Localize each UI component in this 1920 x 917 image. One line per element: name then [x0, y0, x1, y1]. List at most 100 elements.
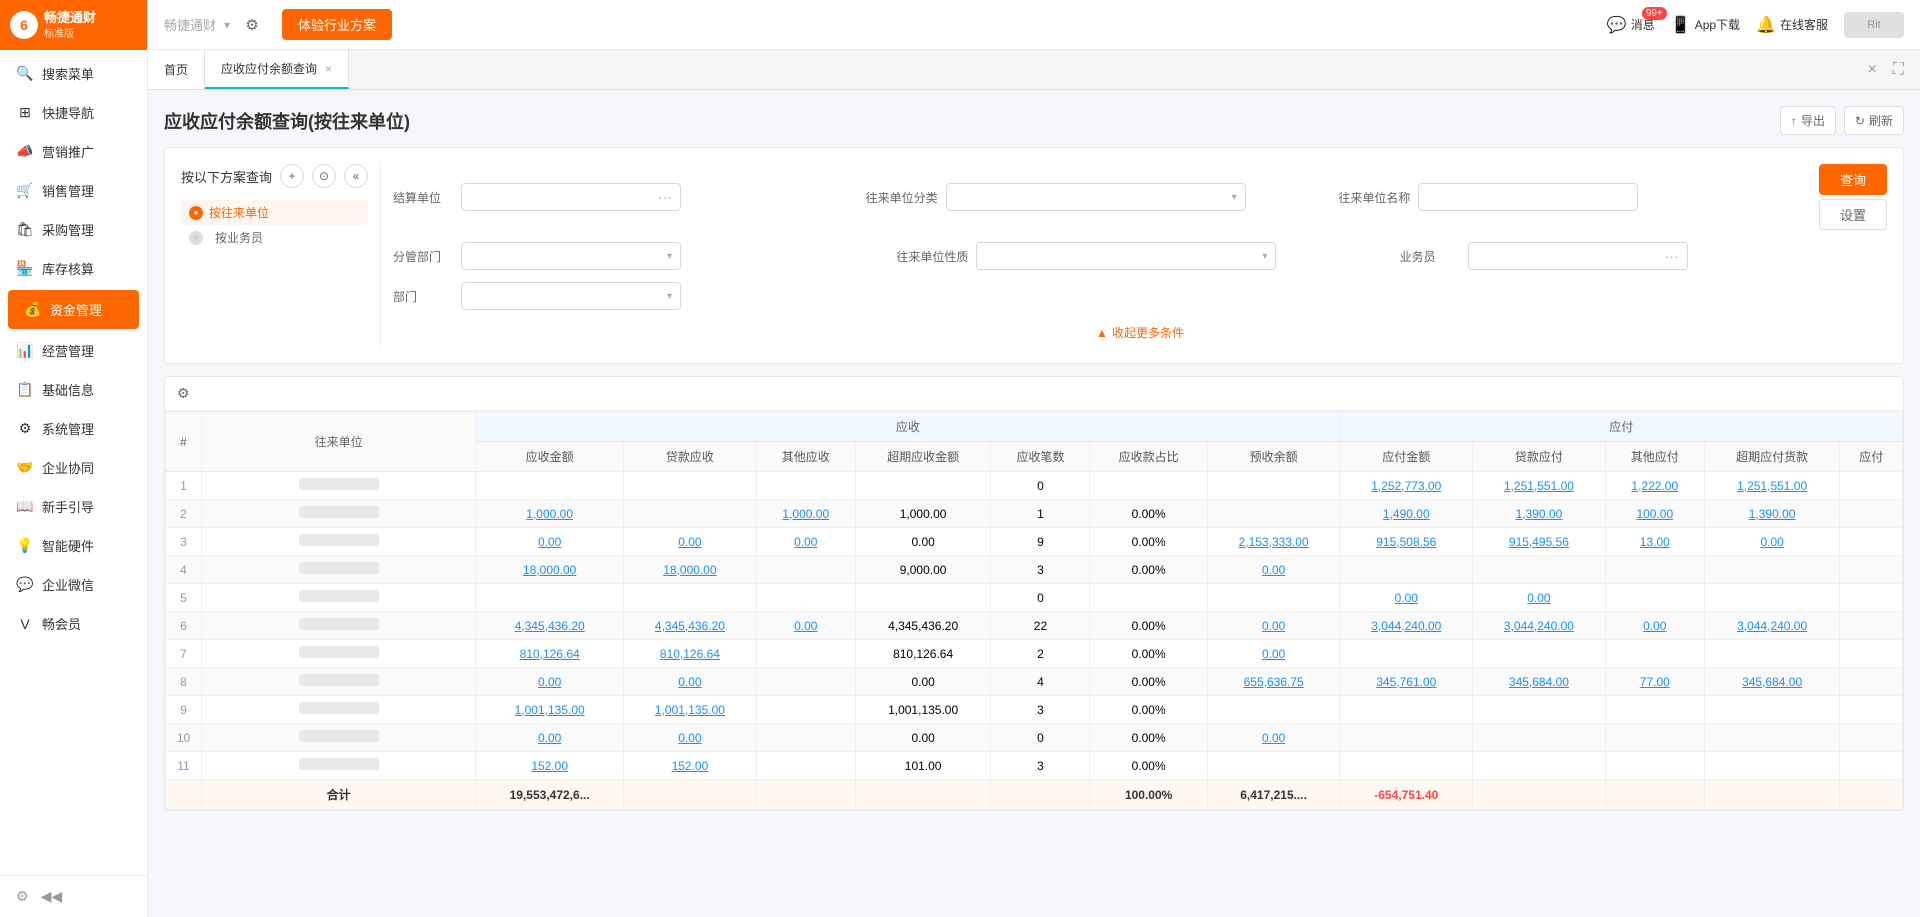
dept-select[interactable]: ▾: [461, 282, 681, 310]
cell-r8-c3[interactable]: 1,001,135.00: [624, 696, 757, 724]
cell-r7-c2[interactable]: 0.00: [476, 668, 624, 696]
cell-r5-c11[interactable]: 0.00: [1605, 612, 1704, 640]
sidebar-icon-11: 📖: [16, 498, 34, 516]
tab-close-icon[interactable]: ×: [325, 62, 332, 76]
cell-r9-c8[interactable]: 0.00: [1207, 724, 1340, 752]
sidebar-item-企业微信[interactable]: 💬 企业微信: [0, 565, 147, 604]
cell-r7-c12[interactable]: 345,684.00: [1704, 668, 1840, 696]
sidebar-item-销售管理[interactable]: 🛒 销售管理: [0, 171, 147, 210]
cell-r7-c3[interactable]: 0.00: [624, 668, 757, 696]
topbar-cta-button[interactable]: 体验行业方案: [282, 9, 392, 40]
sidebar-item-智能硬件[interactable]: 💡 智能硬件: [0, 526, 147, 565]
cell-r2-c11[interactable]: 13.00: [1605, 528, 1704, 556]
sidebar-item-企业协同[interactable]: 🤝 企业协同: [0, 448, 147, 487]
cell-r7-c10[interactable]: 345,684.00: [1473, 668, 1606, 696]
filter-scheme-by-salesman[interactable]: ○ 按业务员: [181, 225, 368, 250]
cell-r1-c4[interactable]: 1,000.00: [756, 500, 855, 528]
sidebar-item-基础信息[interactable]: 📋 基础信息: [0, 370, 147, 409]
partner-category-select[interactable]: ▾: [946, 183, 1246, 211]
cell-r3-c8[interactable]: 0.00: [1207, 556, 1340, 584]
sidebar-item-经营管理[interactable]: 📊 经营管理: [0, 331, 147, 370]
cell-r9-c3[interactable]: 0.00: [624, 724, 757, 752]
cell-r4-c9[interactable]: 0.00: [1340, 584, 1473, 612]
sidebar-item-搜索菜单[interactable]: 🔍 搜索菜单: [0, 54, 147, 93]
tab-receivable-query[interactable]: 应收应付余额查询 ×: [205, 50, 349, 89]
salesman-input[interactable]: ···: [1468, 242, 1688, 270]
topbar-gear-icon[interactable]: ⚙: [238, 11, 266, 39]
filter-add-button[interactable]: +: [280, 164, 304, 188]
cell-r7-c9[interactable]: 345,761.00: [1340, 668, 1473, 696]
cell-r6-c8[interactable]: 0.00: [1207, 640, 1340, 668]
department-select[interactable]: ▾: [461, 242, 681, 270]
settlement-unit-input[interactable]: ···: [461, 183, 681, 211]
cell-r2-c3[interactable]: 0.00: [624, 528, 757, 556]
cell-r1-c11[interactable]: 100.00: [1605, 500, 1704, 528]
filter-scheme-by-partner[interactable]: ● 按往来单位: [181, 200, 368, 225]
filter-field-partner-name: 往来单位名称: [1338, 183, 1795, 211]
cell-r0-c11[interactable]: 1,222.00: [1605, 472, 1704, 500]
cell-r5-c3[interactable]: 4,345,436.20: [624, 612, 757, 640]
cell-r2-c2[interactable]: 0.00: [476, 528, 624, 556]
cell-r5-c12[interactable]: 3,044,240.00: [1704, 612, 1840, 640]
sidebar-item-营销推广[interactable]: 📣 营销推广: [0, 132, 147, 171]
cell-r1-c9[interactable]: 1,490.00: [1340, 500, 1473, 528]
window-close-icon[interactable]: ×: [1859, 61, 1884, 79]
collapse-icon[interactable]: ◀◀: [41, 888, 63, 905]
export-button[interactable]: ↑ 导出: [1780, 106, 1836, 135]
cell-r1-c2[interactable]: 1,000.00: [476, 500, 624, 528]
cell-r7-c11[interactable]: 77.00: [1605, 668, 1704, 696]
collapse-more-button[interactable]: ▲ 收起更多条件: [393, 318, 1887, 347]
topbar-online-service[interactable]: 🔔 在线客服: [1756, 15, 1828, 35]
cell-r6-c3[interactable]: 810,126.64: [624, 640, 757, 668]
topbar-message-button[interactable]: 💬 消息 99+: [1607, 15, 1655, 35]
cell-r1-c12[interactable]: 1,390.00: [1704, 500, 1840, 528]
topbar-app-download[interactable]: 📱 App下载: [1671, 15, 1740, 35]
query-button[interactable]: 查询: [1819, 164, 1887, 195]
partner-name-input[interactable]: [1418, 183, 1638, 211]
cell-r4-c2: [476, 584, 624, 612]
sidebar-item-快捷导航[interactable]: ⊞ 快捷导航: [0, 93, 147, 132]
filter-collapse-button[interactable]: «: [344, 164, 368, 188]
sidebar-item-库存核算[interactable]: 🏪 库存核算: [0, 249, 147, 288]
cell-r1-c10[interactable]: 1,390.00: [1473, 500, 1606, 528]
cell-r2-c12[interactable]: 0.00: [1704, 528, 1840, 556]
cell-r7-c8[interactable]: 655,636.75: [1207, 668, 1340, 696]
topbar-chevron-icon[interactable]: ▾: [224, 18, 230, 32]
cell-r5-c9[interactable]: 3,044,240.00: [1340, 612, 1473, 640]
cell-r9-c2[interactable]: 0.00: [476, 724, 624, 752]
cell-r10-c3[interactable]: 152.00: [624, 752, 757, 780]
cell-r5-c8[interactable]: 0.00: [1207, 612, 1340, 640]
partner-nature-select[interactable]: ▾: [976, 242, 1276, 270]
cell-r5-c2[interactable]: 4,345,436.20: [476, 612, 624, 640]
cell-r0-c10[interactable]: 1,251,551.00: [1473, 472, 1606, 500]
cell-r5-c4[interactable]: 0.00: [756, 612, 855, 640]
cell-r3-c2[interactable]: 18,000.00: [476, 556, 624, 584]
cell-r3-c3[interactable]: 18,000.00: [624, 556, 757, 584]
table-settings-icon[interactable]: ⚙: [177, 385, 190, 402]
table-row: 11152.00152.00101.0030.00%: [166, 752, 1903, 780]
sidebar-item-系统管理[interactable]: ⚙ 系统管理: [0, 409, 147, 448]
settings-icon[interactable]: ⚙: [16, 888, 29, 905]
cell-r0-c12[interactable]: 1,251,551.00: [1704, 472, 1840, 500]
cell-r6-c2[interactable]: 810,126.64: [476, 640, 624, 668]
cell-r8-c2[interactable]: 1,001,135.00: [476, 696, 624, 724]
cell-r10-c2[interactable]: 152.00: [476, 752, 624, 780]
cell-r5-c10[interactable]: 3,044,240.00: [1473, 612, 1606, 640]
cell-r4-c10[interactable]: 0.00: [1473, 584, 1606, 612]
window-maximize-icon[interactable]: ⛶: [1885, 61, 1912, 79]
sidebar-item-畅会员[interactable]: V 畅会员: [0, 604, 147, 643]
table-row: 100.000.000.0000.00%0.00: [166, 724, 1903, 752]
cell-r2-c8[interactable]: 2,153,333.00: [1207, 528, 1340, 556]
set-button[interactable]: 设置: [1819, 199, 1887, 230]
filter-setting-button[interactable]: ⊙: [312, 164, 336, 188]
sidebar-item-新手引导[interactable]: 📖 新手引导: [0, 487, 147, 526]
cell-r2-c10[interactable]: 915,495.56: [1473, 528, 1606, 556]
tab-home[interactable]: 首页: [148, 50, 205, 89]
topbar-user[interactable]: Rit: [1844, 12, 1904, 38]
sidebar-item-采购管理[interactable]: 🛍 采购管理: [0, 210, 147, 249]
cell-r2-c4[interactable]: 0.00: [756, 528, 855, 556]
cell-r0-c9[interactable]: 1,252,773.00: [1340, 472, 1473, 500]
cell-r2-c9[interactable]: 915,508.56: [1340, 528, 1473, 556]
sidebar-item-资金管理[interactable]: 💰 资金管理: [8, 290, 139, 329]
refresh-button[interactable]: ↻ 刷新: [1844, 106, 1904, 135]
